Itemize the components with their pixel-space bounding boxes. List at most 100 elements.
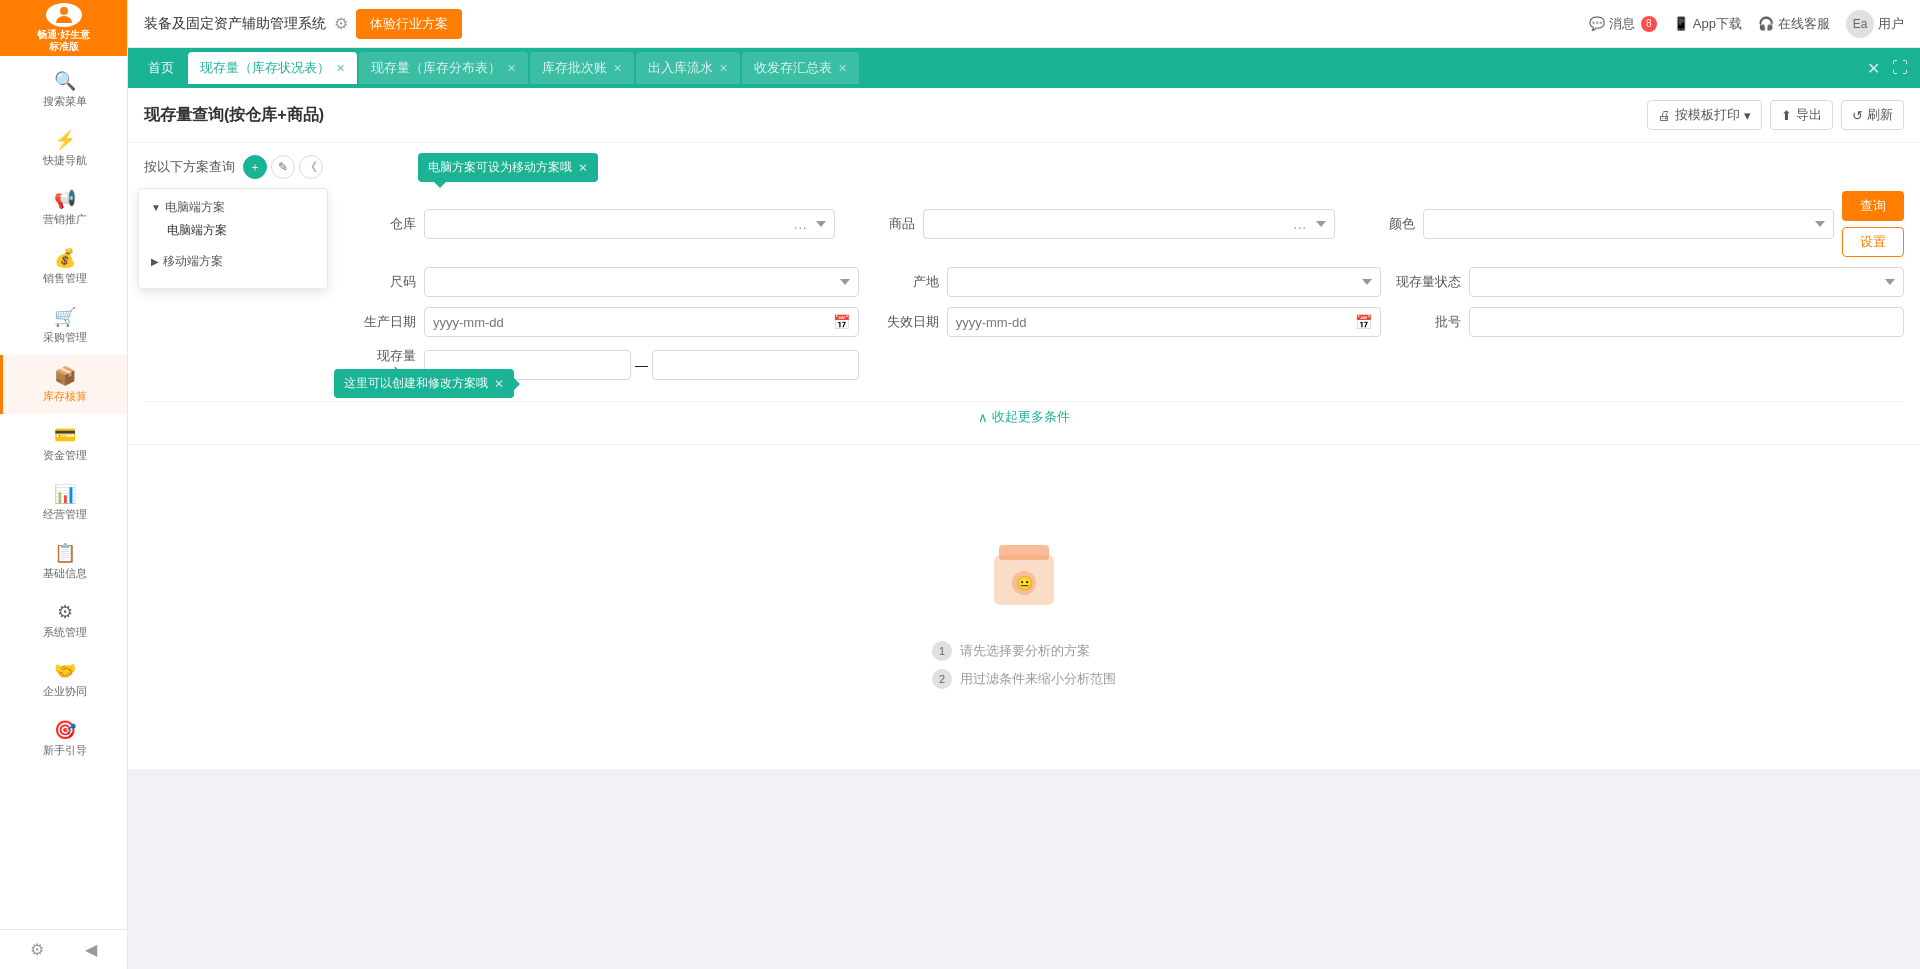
filter-row-1: 仓库 … 商品 … — [344, 191, 1904, 257]
warehouse-select[interactable] — [424, 209, 835, 239]
topbar: 装备及固定资产辅助管理系统 ⚙ 体验行业方案 💬 消息 8 📱 App下载 🎧 … — [128, 0, 1920, 48]
batch-input[interactable] — [1469, 307, 1904, 337]
origin-select[interactable] — [947, 267, 1382, 297]
tab-batch-label: 库存批次账 — [542, 59, 607, 77]
product-select[interactable] — [923, 209, 1334, 239]
sidebar-item-marketing[interactable]: 📢 营销推广 — [0, 178, 127, 237]
refresh-btn[interactable]: ↺ 刷新 — [1841, 100, 1904, 130]
query-btn[interactable]: 查询 — [1842, 191, 1904, 221]
tab-inout-flow[interactable]: 出入库流水 ✕ — [636, 52, 740, 84]
tab-close-all-btn[interactable]: ✕ — [1863, 55, 1884, 82]
create-tooltip-close[interactable]: ✕ — [494, 377, 504, 391]
sidebar-item-guide[interactable]: 🎯 新手引导 — [0, 709, 127, 768]
print-btn[interactable]: 🖨 按模板打印 ▾ — [1647, 100, 1762, 130]
content-area: 现存量查询(按仓库+商品) 🖨 按模板打印 ▾ ⬆ 导出 ↺ 刷新 — [128, 88, 1920, 969]
tab-inout-flow-close[interactable]: ✕ — [719, 62, 728, 75]
stock-qty-max[interactable] — [652, 350, 859, 380]
prod-date-input[interactable] — [433, 315, 829, 330]
phone-icon: 📱 — [1673, 16, 1689, 31]
scheme-tooltip-close[interactable]: ✕ — [578, 161, 588, 175]
mobile-scheme-group-header[interactable]: ▶ 移动端方案 — [151, 251, 315, 272]
mobile-scheme-group: ▶ 移动端方案 — [151, 251, 315, 272]
scheme-panel: ▼ 电脑端方案 电脑端方案 ▶ 移动端方案 — [138, 188, 328, 289]
product-dots: … — [1293, 216, 1307, 232]
filter-field-origin: 产地 — [867, 267, 1382, 297]
topbar-title: 装备及固定资产辅助管理系统 — [144, 15, 326, 33]
export-icon: ⬆ — [1781, 108, 1792, 123]
scheme-tooltip: 电脑方案可设为移动方案哦 ✕ — [418, 153, 598, 182]
filter-header: 按以下方案查询 ＋ ✎ 《 电脑方案可设为移动方案哦 ✕ — [144, 155, 1904, 179]
tab-expand-btn[interactable]: ⛶ — [1888, 55, 1912, 82]
app-download-btn[interactable]: 📱 App下载 — [1673, 15, 1742, 33]
sidebar-item-search[interactable]: 🔍 搜索菜单 — [0, 60, 127, 119]
tab-inventory-dist[interactable]: 现存量（库存分布表） ✕ — [359, 52, 528, 84]
prev-scheme-btn[interactable]: 《 — [299, 155, 323, 179]
tabbar-right: ✕ ⛶ — [1863, 55, 1912, 82]
user-profile-btn[interactable]: Ea 用户 — [1846, 10, 1904, 38]
tab-batch[interactable]: 库存批次账 ✕ — [530, 52, 634, 84]
logo-icon — [46, 3, 82, 27]
notification-btn[interactable]: 💬 消息 8 — [1589, 15, 1657, 33]
tab-recv-summary[interactable]: 收发存汇总表 ✕ — [742, 52, 859, 84]
tab-inventory-status-close[interactable]: ✕ — [336, 62, 345, 75]
tab-recv-summary-label: 收发存汇总表 — [754, 59, 832, 77]
edit-scheme-btn[interactable]: ✎ — [271, 155, 295, 179]
online-support-btn[interactable]: 🎧 在线客服 — [1758, 15, 1830, 33]
filter-field-product: 商品 … — [843, 209, 1334, 239]
topbar-left: 装备及固定资产辅助管理系统 ⚙ 体验行业方案 — [144, 9, 462, 39]
exp-date-calendar-icon[interactable]: 📅 — [1355, 314, 1372, 330]
sidebar-item-finance[interactable]: 💳 资金管理 — [0, 414, 127, 473]
sidebar-item-system[interactable]: ⚙ 系统管理 — [0, 591, 127, 650]
sidebar-bottom: ⚙ ◀ — [0, 929, 127, 969]
sidebar-item-enterprise[interactable]: 🤝 企业协同 — [0, 650, 127, 709]
filter-area: 按以下方案查询 ＋ ✎ 《 电脑方案可设为移动方案哦 ✕ — [128, 143, 1920, 445]
sidebar-item-base[interactable]: 📋 基础信息 — [0, 532, 127, 591]
tab-recv-summary-close[interactable]: ✕ — [838, 62, 847, 75]
exp-date-input[interactable] — [956, 315, 1352, 330]
inventory-icon: 📦 — [54, 365, 76, 387]
nav-icon: ⚡ — [54, 129, 76, 151]
tab-inventory-status-label: 现存量（库存状况表） — [200, 59, 330, 77]
tab-home[interactable]: 首页 — [136, 52, 186, 84]
create-scheme-tooltip: 这里可以创建和修改方案哦 ✕ — [334, 369, 514, 398]
pc-scheme-group-header[interactable]: ▼ 电脑端方案 — [151, 197, 315, 218]
topbar-gear-icon[interactable]: ⚙ — [334, 14, 348, 33]
marketing-icon: 📢 — [54, 188, 76, 210]
warehouse-dots: … — [793, 216, 807, 232]
sidebar-item-ops[interactable]: 📊 经营管理 — [0, 473, 127, 532]
pc-group-arrow: ▼ — [151, 202, 161, 213]
industry-btn[interactable]: 体验行业方案 — [356, 9, 462, 39]
tip-num-2: 2 — [932, 669, 952, 689]
pc-scheme-item[interactable]: 电脑端方案 — [151, 218, 315, 243]
reset-btn[interactable]: 设置 — [1842, 227, 1904, 257]
sidebar-item-inventory[interactable]: 📦 库存核算 — [0, 355, 127, 414]
finance-icon: 💳 — [54, 424, 76, 446]
batch-label: 批号 — [1389, 313, 1469, 331]
sidebar-item-sales[interactable]: 💰 销售管理 — [0, 237, 127, 296]
export-btn[interactable]: ⬆ 导出 — [1770, 100, 1833, 130]
color-select[interactable] — [1423, 209, 1834, 239]
prod-date-calendar-icon[interactable]: 📅 — [833, 314, 850, 330]
sidebar-item-purchase[interactable]: 🛒 采购管理 — [0, 296, 127, 355]
sidebar-settings-btn[interactable]: ⚙ — [30, 940, 44, 959]
tab-inventory-dist-close[interactable]: ✕ — [507, 62, 516, 75]
system-icon: ⚙ — [57, 601, 73, 623]
stock-status-select[interactable] — [1469, 267, 1904, 297]
collapse-btn[interactable]: ∧ 收起更多条件 — [144, 401, 1904, 432]
tab-inventory-status[interactable]: 现存量（库存状况表） ✕ — [188, 52, 357, 84]
mobile-scheme-group-label: 移动端方案 — [163, 253, 223, 270]
page-title: 现存量查询(按仓库+商品) — [144, 105, 324, 126]
sidebar-item-nav[interactable]: ⚡ 快捷导航 — [0, 119, 127, 178]
product-label: 商品 — [843, 215, 923, 233]
filter-label: 按以下方案查询 — [144, 158, 235, 176]
page-header: 现存量查询(按仓库+商品) 🖨 按模板打印 ▾ ⬆ 导出 ↺ 刷新 — [128, 88, 1920, 143]
size-select[interactable] — [424, 267, 859, 297]
tip-text-2: 用过滤条件来缩小分析范围 — [960, 670, 1116, 688]
svg-point-0 — [60, 7, 68, 15]
tab-batch-close[interactable]: ✕ — [613, 62, 622, 75]
sidebar-collapse-btn[interactable]: ◀ — [85, 940, 97, 959]
enterprise-icon: 🤝 — [54, 660, 76, 682]
page: 现存量查询(按仓库+商品) 🖨 按模板打印 ▾ ⬆ 导出 ↺ 刷新 — [128, 88, 1920, 769]
print-icon: 🖨 — [1658, 108, 1671, 123]
add-scheme-btn[interactable]: ＋ — [243, 155, 267, 179]
